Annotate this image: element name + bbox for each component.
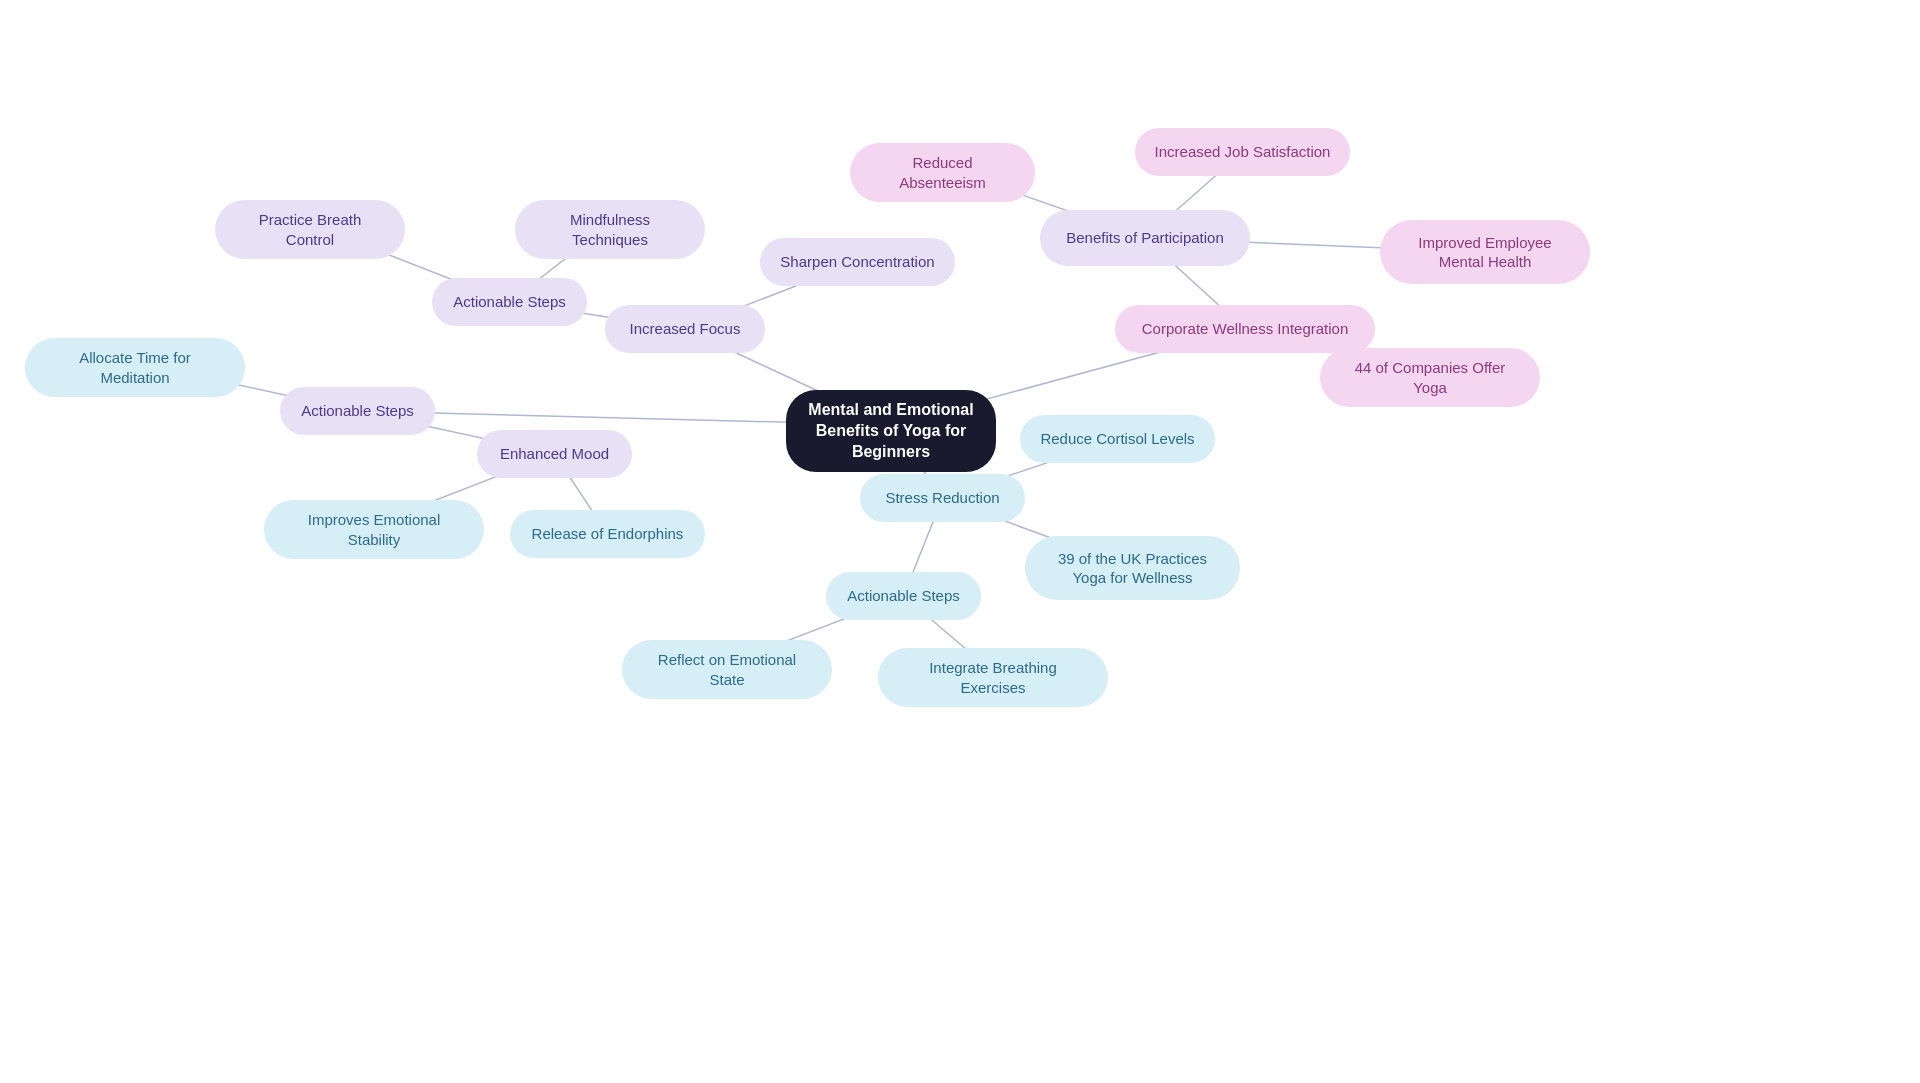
node-stress-reduction[interactable]: Stress Reduction — [860, 474, 1025, 522]
node-mindfulness[interactable]: Mindfulness Techniques — [515, 200, 705, 259]
node-allocate-time[interactable]: Allocate Time for Meditation — [25, 338, 245, 397]
node-practice-breath[interactable]: Practice Breath Control — [215, 200, 405, 259]
node-increased-job-satisfaction[interactable]: Increased Job Satisfaction — [1135, 128, 1350, 176]
node-center[interactable]: Mental and Emotional Benefits of Yoga fo… — [786, 390, 996, 472]
node-corporate-wellness[interactable]: Corporate Wellness Integration — [1115, 305, 1375, 353]
node-actionable-steps-stress[interactable]: Actionable Steps — [826, 572, 981, 620]
node-improves-emotional[interactable]: Improves Emotional Stability — [264, 500, 484, 559]
node-39-uk[interactable]: 39 of the UK Practices Yoga for Wellness — [1025, 536, 1240, 600]
node-integrate-breathing[interactable]: Integrate Breathing Exercises — [878, 648, 1108, 707]
node-increased-focus[interactable]: Increased Focus — [605, 305, 765, 353]
node-actionable-steps-focus[interactable]: Actionable Steps — [432, 278, 587, 326]
node-reduce-cortisol[interactable]: Reduce Cortisol Levels — [1020, 415, 1215, 463]
node-release-endorphins[interactable]: Release of Endorphins — [510, 510, 705, 558]
node-sharpen-concentration[interactable]: Sharpen Concentration — [760, 238, 955, 286]
node-reduced-absenteeism[interactable]: Reduced Absenteeism — [850, 143, 1035, 202]
node-44-companies[interactable]: 44 of Companies Offer Yoga — [1320, 348, 1540, 407]
node-improved-employee-mental[interactable]: Improved Employee Mental Health — [1380, 220, 1590, 284]
node-enhanced-mood[interactable]: Enhanced Mood — [477, 430, 632, 478]
node-benefits-participation[interactable]: Benefits of Participation — [1040, 210, 1250, 266]
node-actionable-steps-mood[interactable]: Actionable Steps — [280, 387, 435, 435]
mindmap-container: Mental and Emotional Benefits of Yoga fo… — [0, 0, 1920, 1083]
node-reflect-emotional[interactable]: Reflect on Emotional State — [622, 640, 832, 699]
